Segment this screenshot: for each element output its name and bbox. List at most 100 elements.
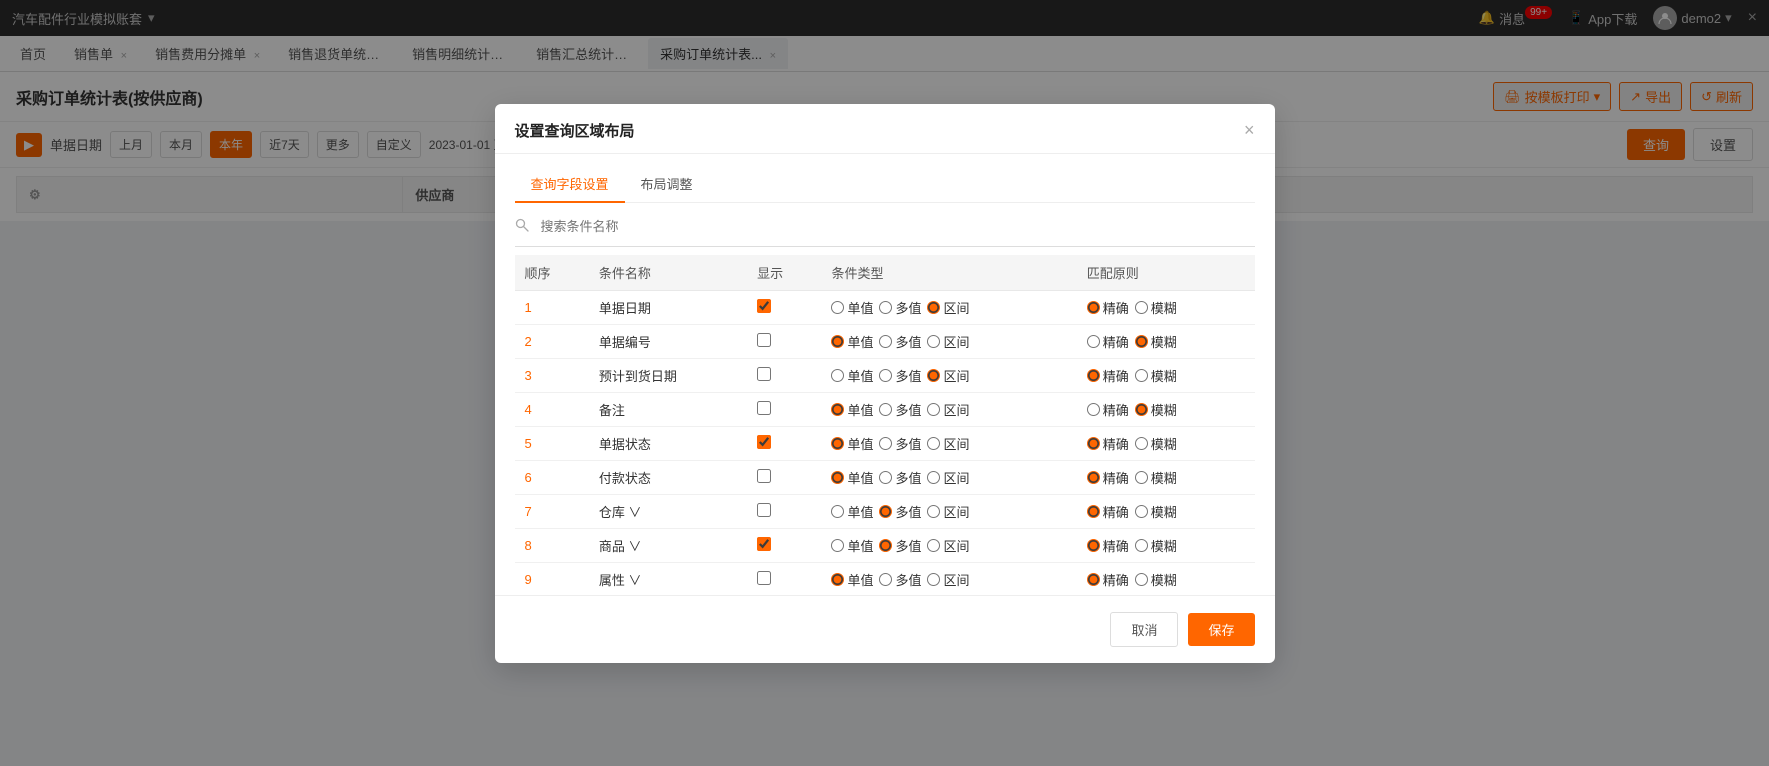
type-radio-多值[interactable] [879, 505, 892, 518]
table-row: 4备注单值多值区间精确模糊 [515, 392, 1255, 426]
match-radio-精确[interactable] [1087, 573, 1100, 586]
display-checkbox[interactable] [757, 503, 771, 517]
match-radio-模糊[interactable] [1135, 573, 1148, 586]
row-condition-name: 仓库 ∨ [589, 494, 747, 528]
match-radio-精确[interactable] [1087, 471, 1100, 484]
match-radio-精确[interactable] [1087, 403, 1100, 416]
modal-tabs: 查询字段设置 布局调整 [515, 166, 1255, 203]
row-match: 精确模糊 [1077, 324, 1255, 358]
match-radio-精确[interactable] [1087, 301, 1100, 314]
type-radio-区间[interactable] [927, 403, 940, 416]
type-radio-多值[interactable] [879, 369, 892, 382]
row-display [747, 290, 821, 324]
row-condition-name: 单据日期 [589, 290, 747, 324]
match-radio-模糊[interactable] [1135, 369, 1148, 382]
modal-title: 设置查询区域布局 [515, 120, 635, 141]
row-match: 精确模糊 [1077, 562, 1255, 595]
type-radio-单值[interactable] [831, 539, 844, 552]
row-display [747, 324, 821, 358]
row-condition-name: 商品 ∨ [589, 528, 747, 562]
display-checkbox[interactable] [757, 299, 771, 313]
type-radio-多值[interactable] [879, 573, 892, 586]
display-checkbox[interactable] [757, 537, 771, 551]
match-radio-精确[interactable] [1087, 539, 1100, 552]
modal-tab-query-fields[interactable]: 查询字段设置 [515, 166, 625, 203]
row-condition-name: 预计到货日期 [589, 358, 747, 392]
type-radio-单值[interactable] [831, 471, 844, 484]
type-radio-单值[interactable] [831, 505, 844, 518]
type-radio-多值[interactable] [879, 335, 892, 348]
match-radio-模糊[interactable] [1135, 505, 1148, 518]
match-radio-模糊[interactable] [1135, 403, 1148, 416]
type-radio-单值[interactable] [831, 369, 844, 382]
row-match: 精确模糊 [1077, 528, 1255, 562]
type-radio-多值[interactable] [879, 437, 892, 450]
type-radio-区间[interactable] [927, 539, 940, 552]
modal-tab-layout[interactable]: 布局调整 [625, 166, 709, 203]
display-checkbox[interactable] [757, 401, 771, 415]
type-radio-区间[interactable] [927, 335, 940, 348]
type-radio-区间[interactable] [927, 369, 940, 382]
type-radio-区间[interactable] [927, 301, 940, 314]
match-radio-模糊[interactable] [1135, 539, 1148, 552]
match-radio-精确[interactable] [1087, 369, 1100, 382]
table-row: 2单据编号单值多值区间精确模糊 [515, 324, 1255, 358]
row-type: 单值多值区间 [821, 562, 1076, 595]
row-condition-name: 属性 ∨ [589, 562, 747, 595]
row-match: 精确模糊 [1077, 426, 1255, 460]
row-condition-name: 付款状态 [589, 460, 747, 494]
row-type: 单值多值区间 [821, 392, 1076, 426]
row-type: 单值多值区间 [821, 426, 1076, 460]
match-radio-模糊[interactable] [1135, 471, 1148, 484]
display-checkbox[interactable] [757, 333, 771, 347]
type-radio-单值[interactable] [831, 573, 844, 586]
th-match: 匹配原则 [1077, 255, 1255, 291]
row-order: 3 [515, 358, 589, 392]
table-row: 5单据状态单值多值区间精确模糊 [515, 426, 1255, 460]
type-radio-多值[interactable] [879, 539, 892, 552]
table-row: 8商品 ∨单值多值区间精确模糊 [515, 528, 1255, 562]
cancel-button[interactable]: 取消 [1110, 612, 1178, 647]
type-radio-区间[interactable] [927, 573, 940, 586]
type-radio-区间[interactable] [927, 437, 940, 450]
type-radio-单值[interactable] [831, 437, 844, 450]
match-radio-精确[interactable] [1087, 335, 1100, 348]
modal-close-button[interactable]: × [1244, 121, 1255, 139]
th-type: 条件类型 [821, 255, 1076, 291]
type-radio-多值[interactable] [879, 403, 892, 416]
display-checkbox[interactable] [757, 469, 771, 483]
row-type: 单值多值区间 [821, 324, 1076, 358]
match-radio-模糊[interactable] [1135, 335, 1148, 348]
type-radio-区间[interactable] [927, 471, 940, 484]
type-radio-单值[interactable] [831, 301, 844, 314]
match-radio-精确[interactable] [1087, 437, 1100, 450]
modal-header: 设置查询区域布局 × [495, 104, 1275, 154]
save-button[interactable]: 保存 [1188, 613, 1254, 646]
row-display [747, 358, 821, 392]
row-order: 8 [515, 528, 589, 562]
modal-search-area [515, 215, 1255, 247]
row-display [747, 494, 821, 528]
table-row: 6付款状态单值多值区间精确模糊 [515, 460, 1255, 494]
type-radio-区间[interactable] [927, 505, 940, 518]
row-order: 4 [515, 392, 589, 426]
match-radio-精确[interactable] [1087, 505, 1100, 518]
type-radio-多值[interactable] [879, 471, 892, 484]
search-input[interactable] [533, 215, 733, 238]
match-radio-模糊[interactable] [1135, 301, 1148, 314]
settings-table: 顺序 条件名称 显示 条件类型 匹配原则 1单据日期单值多值区间精确模糊2单据编… [515, 255, 1255, 595]
type-radio-多值[interactable] [879, 301, 892, 314]
row-type: 单值多值区间 [821, 358, 1076, 392]
type-radio-单值[interactable] [831, 335, 844, 348]
row-match: 精确模糊 [1077, 460, 1255, 494]
match-radio-模糊[interactable] [1135, 437, 1148, 450]
row-match: 精确模糊 [1077, 392, 1255, 426]
row-display [747, 392, 821, 426]
row-order: 6 [515, 460, 589, 494]
type-radio-单值[interactable] [831, 403, 844, 416]
table-row: 7仓库 ∨单值多值区间精确模糊 [515, 494, 1255, 528]
display-checkbox[interactable] [757, 367, 771, 381]
display-checkbox[interactable] [757, 435, 771, 449]
display-checkbox[interactable] [757, 571, 771, 585]
row-match: 精确模糊 [1077, 358, 1255, 392]
